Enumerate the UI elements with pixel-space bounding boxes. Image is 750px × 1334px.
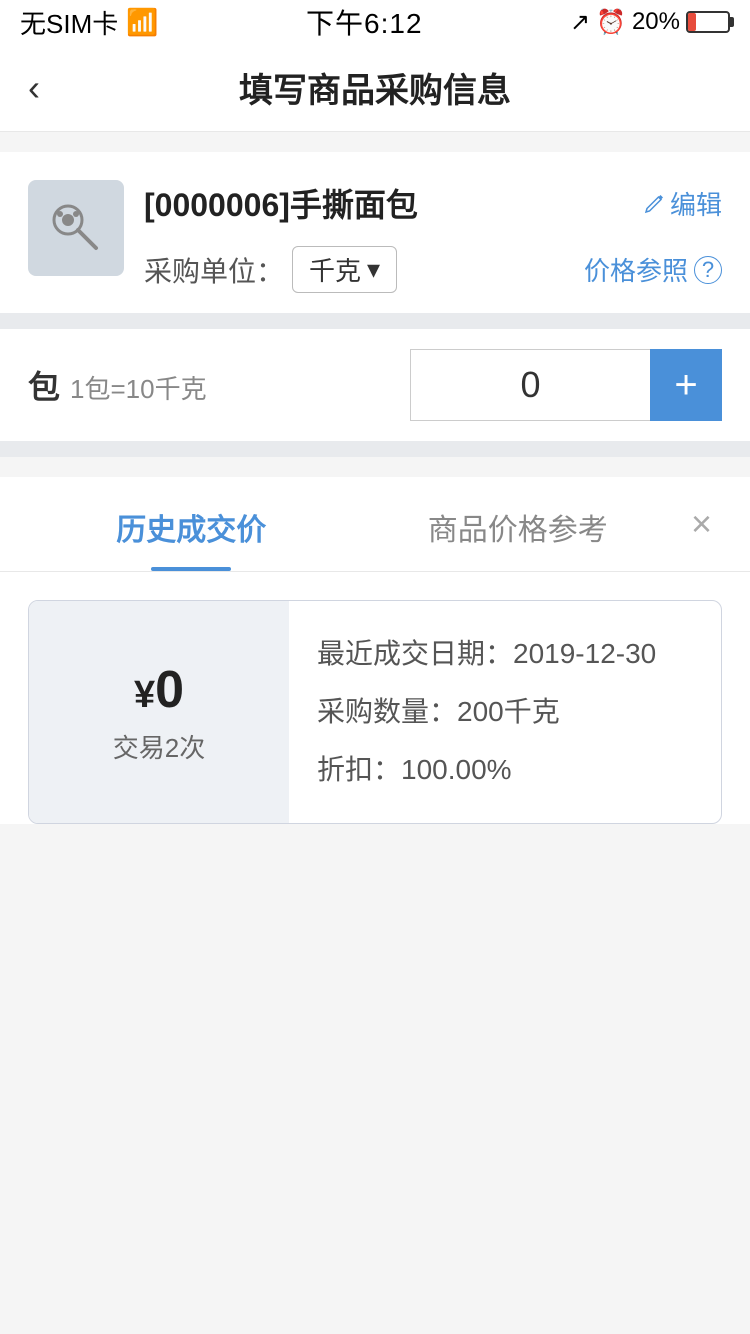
tab-history-price-label: 历史成交价 [116,514,266,547]
product-thumbnail-icon [46,198,106,258]
quantity-plus-button[interactable]: + [650,349,722,421]
product-info: [0000006]手撕面包 编辑 采购单位： 千克 ▾ [144,180,722,293]
tab-close-button[interactable]: × [681,493,722,555]
location-icon: ↗ [570,8,590,37]
discount-label: 折扣： [317,754,401,785]
nav-bar: ‹ 填写商品采购信息 [0,44,750,132]
unit-info: 包 1包=10千克 [28,362,207,408]
purchase-unit-label: 采购单位： [144,250,284,290]
wifi-icon: 📶 [126,7,158,38]
transaction-left: ¥0 交易2次 [29,601,289,823]
edit-icon [644,192,666,214]
page-title: 填写商品采购信息 [239,63,511,112]
carrier-text: 无SIM卡 [20,4,118,41]
unit-sub: 1包=10千克 [70,369,207,406]
product-section: [0000006]手撕面包 编辑 采购单位： 千克 ▾ [0,152,750,313]
price-ref-button[interactable]: 价格参照 ? [584,251,722,288]
back-button[interactable]: ‹ [28,67,40,109]
transaction-right: 最近成交日期：2019-12-30 采购数量：200千克 折扣：100.00% [289,601,721,823]
purchase-qty-label: 采购数量： [317,696,457,727]
purchase-qty-value: 200千克 [457,696,560,727]
unit-select[interactable]: 千克 ▾ [292,246,397,293]
price-symbol: ¥ [134,674,155,716]
tab-product-price-ref-label: 商品价格参考 [428,514,608,547]
transaction-recent-date: 最近成交日期：2019-12-30 [317,633,693,675]
status-bar: 无SIM卡 📶 下午6:12 ↗ ⏰ 20% [0,0,750,44]
battery-percent: 20% [632,8,680,36]
battery-fill [688,13,696,31]
quantity-row: 包 1包=10千克 + [0,329,750,441]
recent-date-label: 最近成交日期： [317,638,513,669]
status-right: ↗ ⏰ 20% [570,8,730,37]
discount-value: 100.00% [401,754,512,785]
status-time: 下午6:12 [306,2,423,42]
purchase-unit-row: 采购单位： 千克 ▾ 价格参照 ? [144,246,722,293]
transaction-card: ¥0 交易2次 最近成交日期：2019-12-30 采购数量：200千克 折扣：… [28,600,722,824]
section-divider [0,313,750,329]
transaction-purchase-qty: 采购数量：200千克 [317,691,693,733]
price-ref-label: 价格参照 [584,251,688,288]
unit-value: 千克 [309,251,361,288]
transaction-price: ¥0 [134,660,184,720]
transaction-count: 交易2次 [113,728,205,765]
tab-product-price-ref[interactable]: 商品价格参考 [354,477,680,571]
product-name: [0000006]手撕面包 [144,180,418,226]
recent-date-value: 2019-12-30 [513,638,656,669]
status-left: 无SIM卡 📶 [20,4,159,41]
qty-controls: + [410,349,722,421]
unit-big: 包 [28,362,60,408]
tabs-section: 历史成交价 商品价格参考 × ¥0 交易2次 最近成交日期：2019-12-30 [0,477,750,824]
price-value: 0 [155,661,184,719]
dropdown-arrow-icon: ▾ [367,254,380,285]
edit-button[interactable]: 编辑 [644,185,722,222]
help-icon: ? [694,256,722,284]
battery-icon [686,11,730,33]
main-content: [0000006]手撕面包 编辑 采购单位： 千克 ▾ [0,152,750,852]
transaction-discount: 折扣：100.00% [317,749,693,791]
product-thumbnail [28,180,124,276]
product-header: [0000006]手撕面包 编辑 采购单位： 千克 ▾ [28,180,722,293]
tabs-header: 历史成交价 商品价格参考 × [0,477,750,572]
alarm-icon: ⏰ [596,8,626,37]
section-divider-2 [0,441,750,457]
quantity-input[interactable] [410,349,650,421]
product-name-row: [0000006]手撕面包 编辑 [144,180,722,226]
tab-content: ¥0 交易2次 最近成交日期：2019-12-30 采购数量：200千克 折扣：… [0,572,750,824]
tab-history-price[interactable]: 历史成交价 [28,477,354,571]
edit-label: 编辑 [670,185,722,222]
